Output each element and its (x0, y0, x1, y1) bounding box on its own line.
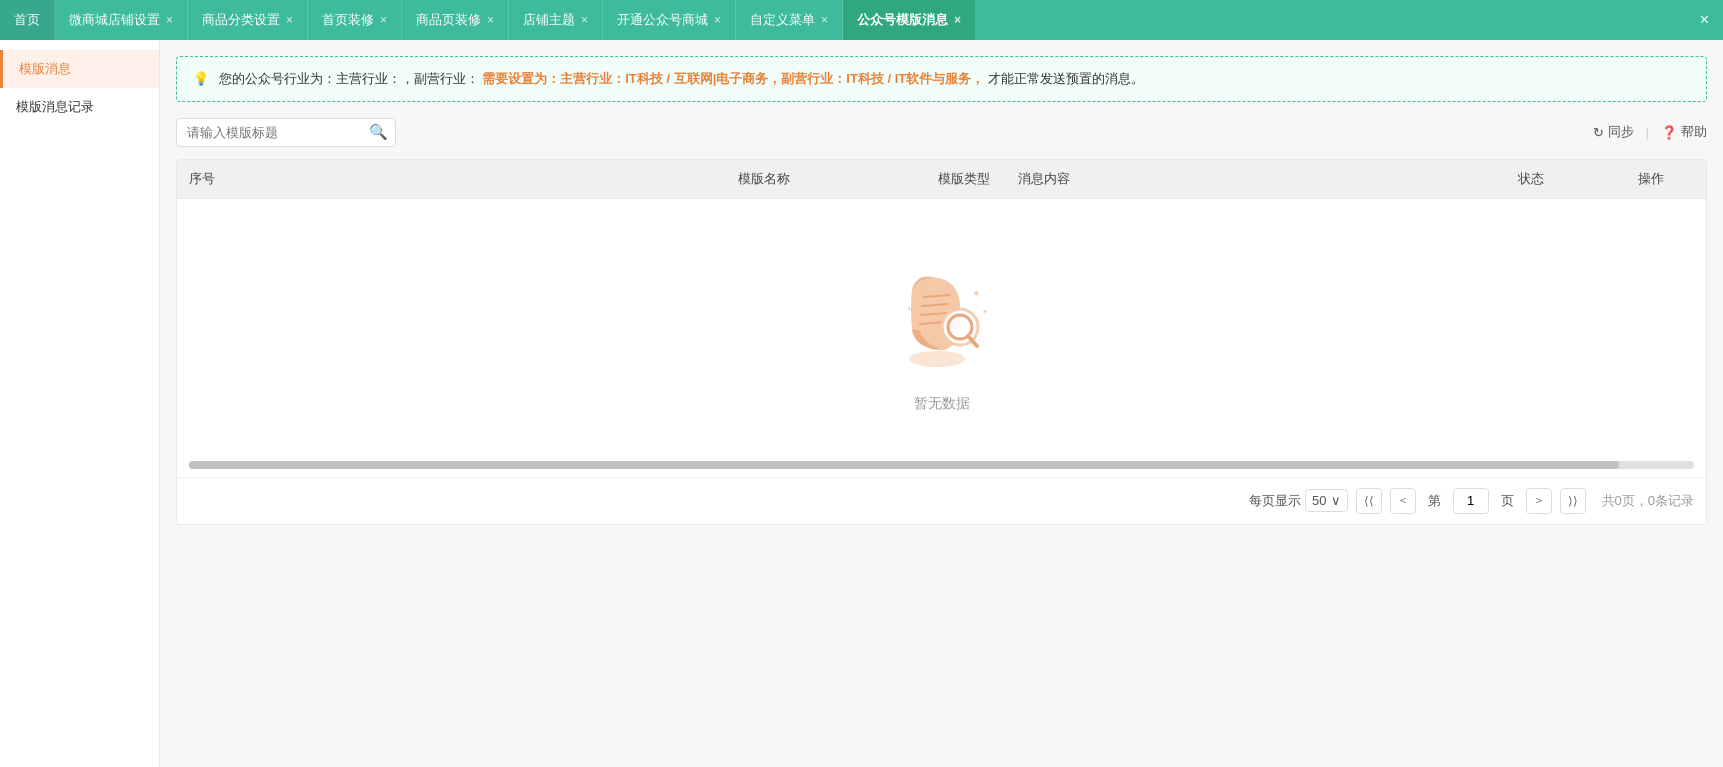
search-input[interactable] (176, 118, 396, 147)
search-left: 🔍 (176, 118, 396, 147)
nav-tab-open-wechat[interactable]: 开通公众号商城 × (603, 0, 736, 40)
top-nav: 首页 微商城店铺设置 × 商品分类设置 × 首页装修 × 商品页装修 × 店铺主… (0, 0, 1723, 40)
sync-button[interactable]: ↻ 同步 (1593, 123, 1634, 141)
prev-page-button[interactable]: ＜ (1390, 488, 1416, 514)
chevron-down-icon: ∨ (1331, 493, 1341, 508)
main-layout: 模版消息 模版消息记录 💡 您的公众号行业为：主营行业：，副营行业： 需要设置为… (0, 40, 1723, 767)
horizontal-scrollbar[interactable] (189, 461, 1694, 469)
table-header-row: 序号 模版名称 模版类型 消息内容 状态 操作 (177, 160, 1706, 199)
close-icon[interactable]: × (487, 13, 494, 27)
close-icon[interactable]: × (821, 13, 828, 27)
divider: | (1646, 125, 1649, 140)
pagination: 每页显示 50 ∨ ⟨⟨ ＜ 第 页 ＞ ⟩⟩ 共0页，0条记录 (177, 477, 1706, 524)
empty-illustration: ✦ ✦ ✦ (882, 259, 1002, 379)
page-size-dropdown[interactable]: 50 ∨ (1305, 489, 1347, 512)
nav-tab-custom-menu[interactable]: 自定义菜单 × (736, 0, 843, 40)
lightbulb-icon: 💡 (193, 71, 209, 86)
close-icon[interactable]: × (714, 13, 721, 27)
total-info: 共0页，0条记录 (1602, 492, 1694, 510)
empty-row: ✦ ✦ ✦ 暂无数据 (177, 198, 1706, 453)
first-page-button[interactable]: ⟨⟨ (1356, 488, 1382, 514)
sidebar-item-template-msg[interactable]: 模版消息 (0, 50, 159, 88)
last-page-button[interactable]: ⟩⟩ (1560, 488, 1586, 514)
nav-tab-category-settings[interactable]: 商品分类设置 × (188, 0, 308, 40)
table-wrap: 序号 模版名称 模版类型 消息内容 状态 操作 (176, 159, 1707, 525)
col-content: 消息内容 (1006, 160, 1506, 199)
col-type: 模版类型 (926, 160, 1006, 199)
nav-tab-template-msg[interactable]: 公众号模版消息 × (843, 0, 976, 40)
empty-text: 暂无数据 (914, 395, 970, 413)
svg-point-0 (909, 351, 965, 367)
svg-text:✦: ✦ (907, 306, 912, 312)
close-icon[interactable]: × (166, 13, 173, 27)
close-all-button[interactable]: × (1686, 11, 1723, 29)
svg-text:✦: ✦ (972, 288, 980, 299)
nav-tab-product-decor[interactable]: 商品页装修 × (402, 0, 509, 40)
help-button[interactable]: ❓ 帮助 (1661, 123, 1707, 141)
refresh-icon: ↻ (1593, 125, 1604, 140)
nav-tab-theme[interactable]: 店铺主题 × (509, 0, 603, 40)
close-icon[interactable]: × (286, 13, 293, 27)
col-status: 状态 (1506, 160, 1626, 199)
scrollbar-thumb[interactable] (189, 461, 1619, 469)
close-icon[interactable]: × (581, 13, 588, 27)
close-icon[interactable]: × (954, 13, 961, 27)
col-index: 序号 (177, 160, 726, 199)
notice-banner: 💡 您的公众号行业为：主营行业：，副营行业： 需要设置为：主营行业：IT科技 /… (176, 56, 1707, 102)
search-icon[interactable]: 🔍 (369, 123, 388, 141)
next-page-button[interactable]: ＞ (1526, 488, 1552, 514)
close-icon[interactable]: × (380, 13, 387, 27)
search-right: ↻ 同步 | ❓ 帮助 (1593, 123, 1707, 141)
help-icon: ❓ (1661, 125, 1677, 140)
nav-tab-home-decor[interactable]: 首页装修 × (308, 0, 402, 40)
sidebar: 模版消息 模版消息记录 (0, 40, 160, 767)
page-size-selector: 每页显示 50 ∨ (1249, 489, 1347, 512)
search-bar: 🔍 ↻ 同步 | ❓ 帮助 (176, 118, 1707, 147)
sidebar-item-template-msg-record[interactable]: 模版消息记录 (0, 88, 159, 126)
search-input-wrap: 🔍 (176, 118, 396, 147)
nav-tab-home[interactable]: 首页 (0, 0, 55, 40)
col-name: 模版名称 (726, 160, 926, 199)
svg-text:✦: ✦ (982, 308, 988, 315)
page-number-input[interactable] (1453, 488, 1489, 514)
col-action: 操作 (1626, 160, 1706, 199)
nav-tab-shop-settings[interactable]: 微商城店铺设置 × (55, 0, 188, 40)
template-table: 序号 模版名称 模版类型 消息内容 状态 操作 (177, 160, 1706, 453)
empty-state: ✦ ✦ ✦ 暂无数据 (177, 199, 1706, 453)
content-area: 💡 您的公众号行业为：主营行业：，副营行业： 需要设置为：主营行业：IT科技 /… (160, 40, 1723, 767)
